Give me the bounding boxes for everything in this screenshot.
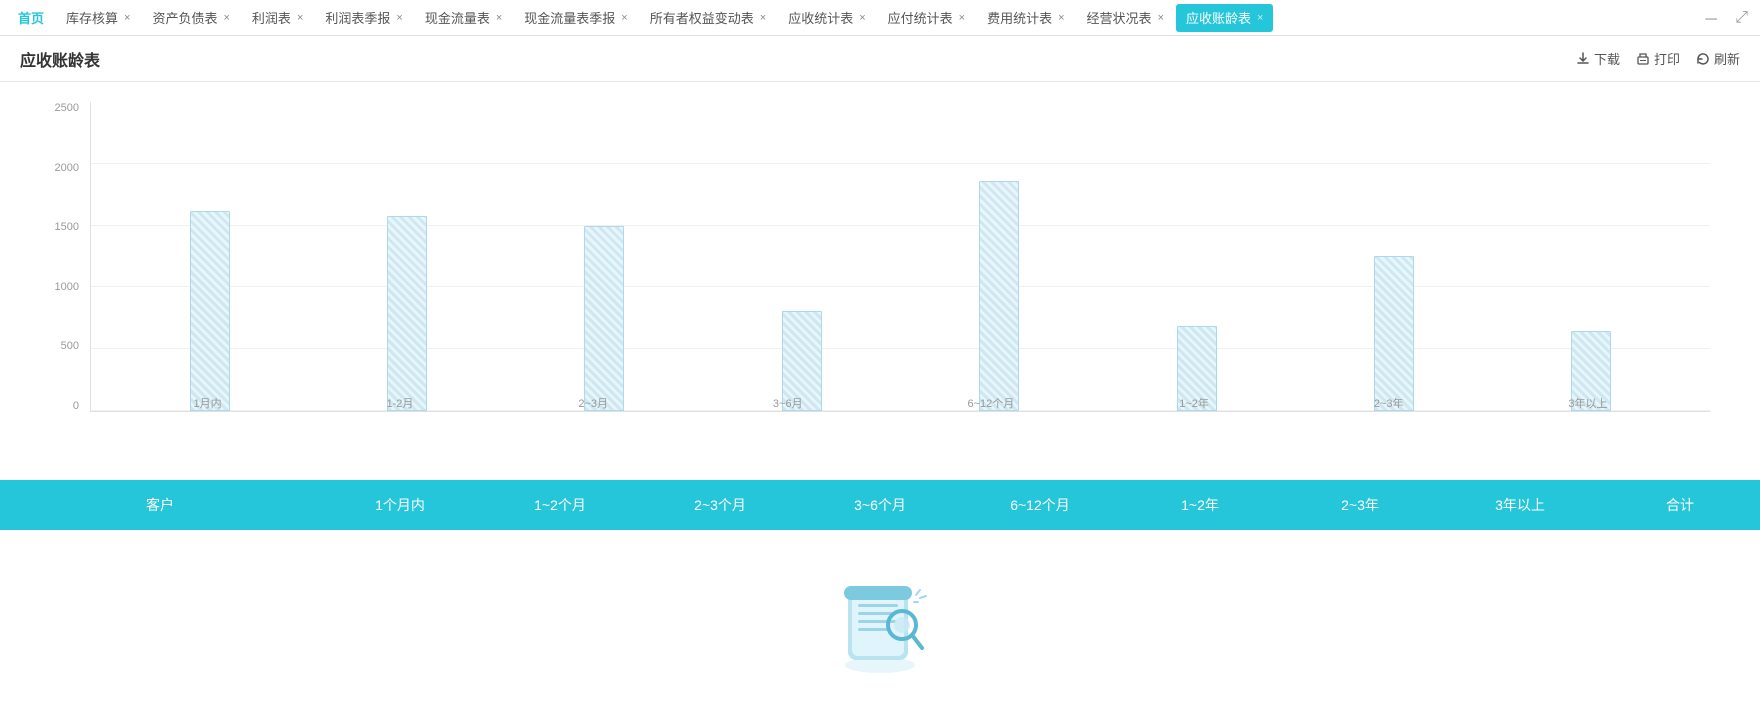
y-label-1000: 1000 [55,281,79,293]
tab-home[interactable]: 首页 [8,4,54,32]
header-actions: 下载 打印 刷新 [1576,49,1740,68]
th-total: 合计 [1600,495,1760,515]
th-1-2y: 1~2年 [1120,495,1280,515]
maximize-button[interactable]: ⤢ [1731,7,1752,29]
print-icon [1636,52,1650,66]
bars-container [91,102,1710,411]
y-label-500: 500 [61,340,79,352]
th-1-2m: 1~2个月 [480,495,640,515]
x-label-2-3m: 2~3月 [578,395,608,411]
tab-close-ar-aging[interactable]: × [1257,12,1263,24]
chart-area: 2500 2000 1500 1000 500 0 [0,82,1760,480]
tab-expense-stats[interactable]: 费用统计表 × [977,4,1074,32]
th-6-12m: 6~12个月 [960,495,1120,515]
empty-state [0,530,1760,720]
tab-balance[interactable]: 资产负债表 × [142,4,239,32]
x-labels: 1月内 1-2月 2~3月 3~6月 6~12个月 1~2年 2~3年 3年以上 [91,395,1710,411]
x-label-2-3y: 2~3年 [1374,395,1404,411]
tab-ar-stats[interactable]: 应收统计表 × [778,4,875,32]
tab-close-ap-stats[interactable]: × [959,12,965,24]
tab-close-profit-quarterly[interactable]: × [396,12,402,24]
tab-business[interactable]: 经营状况表 × [1077,4,1174,32]
tab-profit[interactable]: 利润表 × [242,4,313,32]
x-label-1-2m: 1-2月 [387,395,414,411]
th-3-6m: 3~6个月 [800,495,960,515]
bar-group-1-2m [387,216,427,411]
empty-illustration [820,570,940,680]
tab-equity[interactable]: 所有者权益变动表 × [640,4,776,32]
tab-close-balance[interactable]: × [223,12,229,24]
main-content: 2500 2000 1500 1000 500 0 [0,82,1760,720]
minimize-button[interactable]: － [1699,4,1723,32]
bar-group-2-3y [1374,256,1414,411]
tab-cashflow[interactable]: 现金流量表 × [415,4,512,32]
tab-bar: 首页 库存核算 × 资产负债表 × 利润表 × 利润表季报 × 现金流量表 × … [0,0,1760,36]
tab-close-business[interactable]: × [1158,12,1164,24]
bar-2-3m [584,226,624,411]
tab-inventory[interactable]: 库存核算 × [56,4,140,32]
bar-group-1m [190,211,230,411]
x-label-3y: 3年以上 [1568,395,1607,411]
page-title: 应收账龄表 [20,47,100,71]
tab-profit-quarterly[interactable]: 利润表季报 × [315,4,412,32]
x-label-3-6m: 3~6月 [773,395,803,411]
y-label-2000: 2000 [55,162,79,174]
tab-close-equity[interactable]: × [760,12,766,24]
tab-close-cashflow[interactable]: × [496,12,502,24]
page-header: 应收账龄表 下载 打印 刷新 [0,36,1760,82]
refresh-icon [1696,52,1710,66]
tab-bar-actions: － ⤢ [1699,4,1752,32]
bar-1m [190,211,230,411]
bar-group-6-12m [979,181,1019,411]
table-header: 客户 1个月内 1~2个月 2~3个月 3~6个月 6~12个月 1~2年 2~… [0,480,1760,530]
th-customer: 客户 [0,495,320,515]
tab-cashflow-quarterly[interactable]: 现金流量表季报 × [514,4,637,32]
th-3y: 3年以上 [1440,495,1600,515]
tab-ap-stats[interactable]: 应付统计表 × [878,4,975,32]
print-button[interactable]: 打印 [1636,49,1680,68]
bar-group-2-3m [584,226,624,411]
download-icon [1576,52,1590,66]
refresh-button[interactable]: 刷新 [1696,49,1740,68]
tab-close-inventory[interactable]: × [124,12,130,24]
x-label-1-2y: 1~2年 [1179,395,1209,411]
tab-close-ar-stats[interactable]: × [859,12,865,24]
th-1m: 1个月内 [320,495,480,515]
bar-6-12m [979,181,1019,411]
tab-close-profit[interactable]: × [297,12,303,24]
bar-2-3y [1374,256,1414,411]
chart-inner: 1月内 1-2月 2~3月 3~6月 6~12个月 1~2年 2~3年 3年以上 [90,102,1710,412]
th-2-3y: 2~3年 [1280,495,1440,515]
bar-1-2m [387,216,427,411]
tab-ar-aging[interactable]: 应收账龄表 × [1176,4,1273,32]
x-label-6-12m: 6~12个月 [968,395,1015,411]
th-2-3m: 2~3个月 [640,495,800,515]
tab-close-cashflow-quarterly[interactable]: × [621,12,627,24]
download-button[interactable]: 下载 [1576,49,1620,68]
tab-close-expense-stats[interactable]: × [1058,12,1064,24]
y-label-1500: 1500 [55,221,79,233]
y-label-0: 0 [73,400,79,412]
x-label-1m: 1月内 [193,395,221,411]
chart-y-axis: 2500 2000 1500 1000 500 0 [40,102,85,412]
y-label-2500: 2500 [55,102,79,114]
chart-container: 2500 2000 1500 1000 500 0 [40,102,1720,442]
